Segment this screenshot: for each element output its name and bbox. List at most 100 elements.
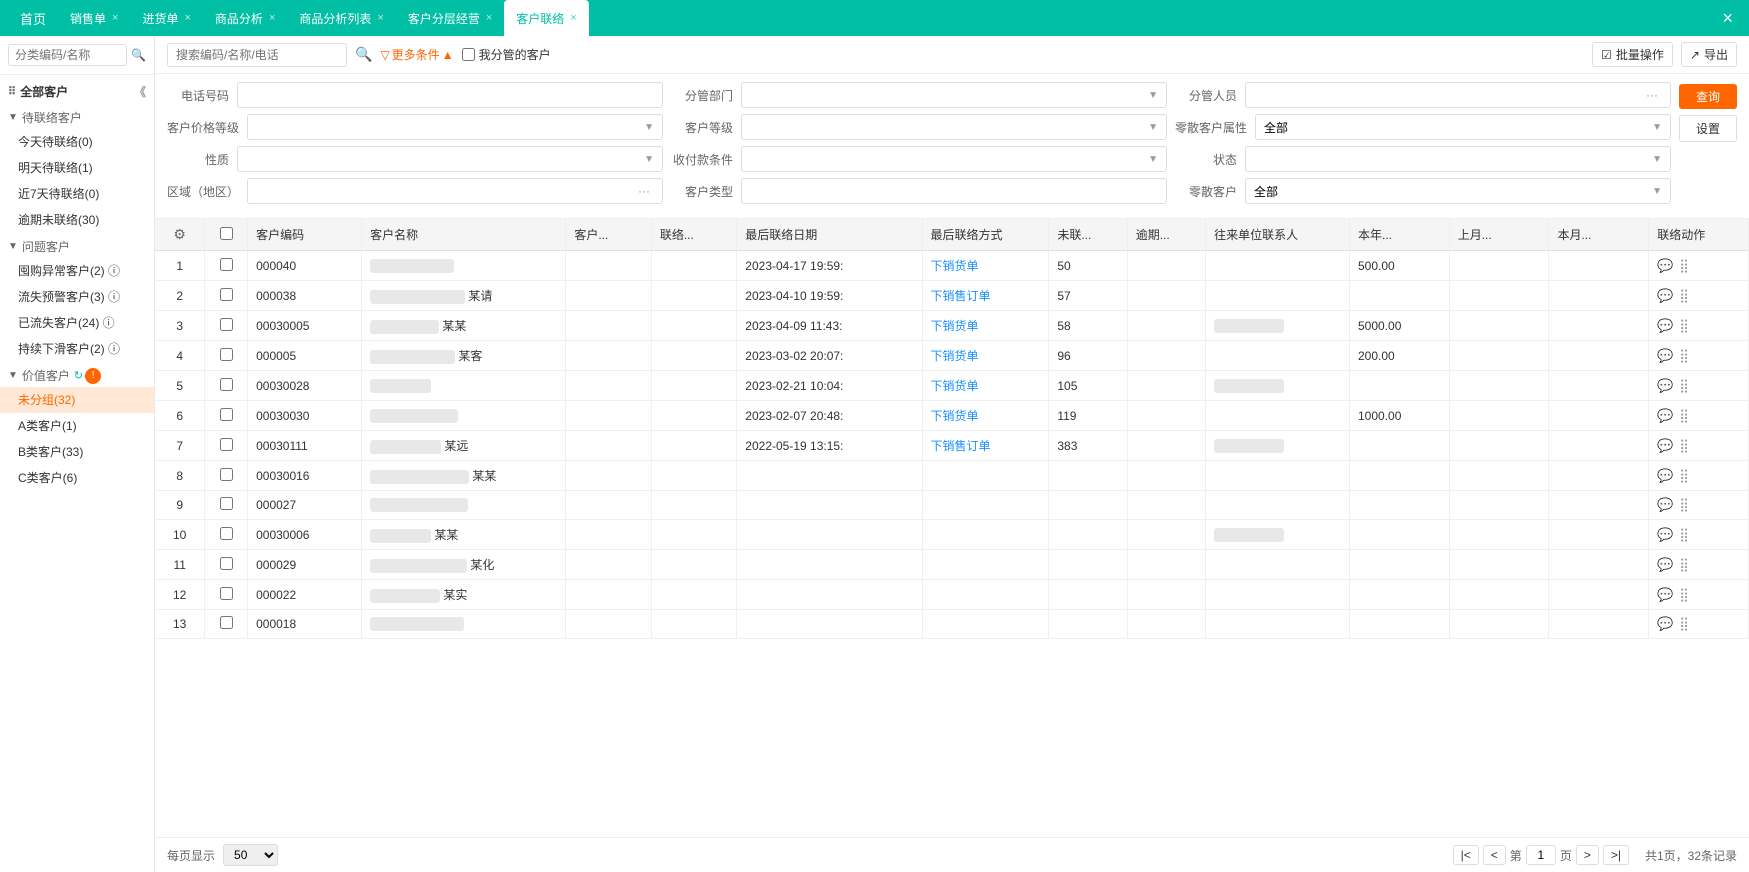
phone-action-icon[interactable]: 💬 xyxy=(1657,497,1673,513)
batch-ops-button[interactable]: ☑ 批量操作 xyxy=(1592,42,1673,67)
page-number-input[interactable] xyxy=(1526,845,1556,865)
method-link[interactable]: 下销货单 xyxy=(931,319,979,333)
col-checkbox[interactable] xyxy=(205,219,248,251)
grid-action-icon[interactable]: ⣿ xyxy=(1679,468,1689,484)
sidebar-item-class-a[interactable]: A类客户(1) xyxy=(0,413,154,439)
region-select[interactable]: ··· xyxy=(247,178,663,204)
row-checkbox[interactable] xyxy=(220,468,233,481)
close-customer-tier-icon[interactable]: × xyxy=(486,12,492,24)
query-button[interactable]: 查询 xyxy=(1679,84,1737,109)
sidebar-search-icon[interactable]: 🔍 xyxy=(131,48,146,62)
my-customers-checkbox-label[interactable]: 我分管的客户 xyxy=(462,46,551,63)
col-settings[interactable]: ⚙ xyxy=(155,219,205,251)
nature-select[interactable]: ▼ xyxy=(237,146,663,172)
last-page-button[interactable]: >| xyxy=(1603,845,1629,865)
nav-home[interactable]: 首页 xyxy=(8,9,58,28)
phone-input[interactable] xyxy=(237,82,663,108)
row-checkbox-cell[interactable] xyxy=(205,371,248,401)
grid-action-icon[interactable]: ⣿ xyxy=(1679,378,1689,394)
per-page-select[interactable]: 50 100 xyxy=(223,844,278,866)
row-checkbox-cell[interactable] xyxy=(205,580,248,610)
nav-tab-salesorder[interactable]: 销售单 × xyxy=(58,0,130,36)
sidebar-group-problem[interactable]: ▼ 问题客户 xyxy=(0,233,154,258)
phone-action-icon[interactable]: 💬 xyxy=(1657,318,1673,334)
main-search-input[interactable] xyxy=(167,43,347,67)
sidebar-item-churned[interactable]: 已流失客户(24) ⓘ xyxy=(0,310,154,336)
sidebar-item-hoarding[interactable]: 囤购异常客户(2) ⓘ xyxy=(0,258,154,284)
person-dots-icon[interactable]: ··· xyxy=(1642,88,1662,102)
grid-action-icon[interactable]: ⣿ xyxy=(1679,497,1689,513)
next-page-button[interactable]: > xyxy=(1576,845,1599,865)
row-checkbox[interactable] xyxy=(220,587,233,600)
grid-action-icon[interactable]: ⣿ xyxy=(1679,258,1689,274)
first-page-button[interactable]: |< xyxy=(1453,845,1479,865)
retail-customer-select[interactable]: 全部 ▼ xyxy=(1245,178,1671,204)
sidebar-item-class-c[interactable]: C类客户(6) xyxy=(0,465,154,491)
settings-icon[interactable]: ⚙ xyxy=(173,226,186,242)
phone-action-icon[interactable]: 💬 xyxy=(1657,527,1673,543)
grid-action-icon[interactable]: ⣿ xyxy=(1679,616,1689,632)
sidebar-search-input[interactable] xyxy=(8,44,127,66)
row-checkbox-cell[interactable] xyxy=(205,461,248,491)
phone-action-icon[interactable]: 💬 xyxy=(1657,378,1673,394)
phone-action-icon[interactable]: 💬 xyxy=(1657,258,1673,274)
method-link[interactable]: 下销货单 xyxy=(931,259,979,273)
method-link[interactable]: 下销货单 xyxy=(931,409,979,423)
row-checkbox[interactable] xyxy=(220,348,233,361)
row-checkbox[interactable] xyxy=(220,616,233,629)
phone-action-icon[interactable]: 💬 xyxy=(1657,587,1673,603)
grid-action-icon[interactable]: ⣿ xyxy=(1679,557,1689,573)
window-close-button[interactable]: × xyxy=(1714,8,1741,29)
sidebar-item-class-b[interactable]: B类客户(33) xyxy=(0,439,154,465)
row-checkbox-cell[interactable] xyxy=(205,311,248,341)
close-analysis-icon[interactable]: × xyxy=(269,12,275,24)
sidebar-item-tomorrow-pending[interactable]: 明天待联络(1) xyxy=(0,155,154,181)
sidebar-collapse-icon[interactable]: 《 xyxy=(134,83,146,100)
nav-tab-customer-contact[interactable]: 客户联络 × xyxy=(504,0,588,36)
customer-tier-select[interactable]: ▼ xyxy=(741,114,1167,140)
retail-attr-select[interactable]: 全部 ▼ xyxy=(1255,114,1671,140)
row-checkbox-cell[interactable] xyxy=(205,341,248,371)
row-checkbox-cell[interactable] xyxy=(205,520,248,550)
grid-action-icon[interactable]: ⣿ xyxy=(1679,587,1689,603)
grid-action-icon[interactable]: ⣿ xyxy=(1679,438,1689,454)
dept-select[interactable]: ▼ xyxy=(741,82,1167,108)
nav-tab-analysis-list[interactable]: 商品分析列表 × xyxy=(287,0,395,36)
method-link[interactable]: 下销货单 xyxy=(931,349,979,363)
close-purchase-icon[interactable]: × xyxy=(184,12,190,24)
grid-action-icon[interactable]: ⣿ xyxy=(1679,288,1689,304)
row-checkbox-cell[interactable] xyxy=(205,491,248,520)
export-button[interactable]: ↗ 导出 xyxy=(1681,42,1737,67)
phone-action-icon[interactable]: 💬 xyxy=(1657,348,1673,364)
row-checkbox-cell[interactable] xyxy=(205,281,248,311)
sidebar-item-7day-pending[interactable]: 近7天待联络(0) xyxy=(0,181,154,207)
phone-action-icon[interactable]: 💬 xyxy=(1657,288,1673,304)
row-checkbox[interactable] xyxy=(220,318,233,331)
sidebar-item-overdue-pending[interactable]: 逾期未联络(30) xyxy=(0,207,154,233)
row-checkbox[interactable] xyxy=(220,527,233,540)
customer-type-input[interactable] xyxy=(741,178,1167,204)
row-checkbox-cell[interactable] xyxy=(205,431,248,461)
my-customers-checkbox[interactable] xyxy=(462,48,475,61)
nav-tab-analysis[interactable]: 商品分析 × xyxy=(203,0,287,36)
row-checkbox-cell[interactable] xyxy=(205,401,248,431)
status-select[interactable]: ▼ xyxy=(1245,146,1671,172)
close-salesorder-icon[interactable]: × xyxy=(112,12,118,24)
more-conditions-button[interactable]: ▽ 更多条件 ▲ xyxy=(380,46,453,63)
sidebar-item-unclassified[interactable]: 未分组(32) xyxy=(0,387,154,413)
reset-button[interactable]: 设置 xyxy=(1679,115,1737,142)
grid-action-icon[interactable]: ⣿ xyxy=(1679,408,1689,424)
grid-action-icon[interactable]: ⣿ xyxy=(1679,348,1689,364)
method-link[interactable]: 下销售订单 xyxy=(931,439,991,453)
sidebar-group-value[interactable]: ▼ 价值客户 ↻ ! xyxy=(0,362,154,387)
phone-action-icon[interactable]: 💬 xyxy=(1657,408,1673,424)
sidebar-item-churn-warning[interactable]: 流失预警客户(3) ⓘ xyxy=(0,284,154,310)
region-dots-icon[interactable]: ··· xyxy=(634,184,654,198)
select-all-checkbox[interactable] xyxy=(220,227,233,240)
row-checkbox[interactable] xyxy=(220,288,233,301)
phone-action-icon[interactable]: 💬 xyxy=(1657,438,1673,454)
method-link[interactable]: 下销售订单 xyxy=(931,289,991,303)
prev-page-button[interactable]: < xyxy=(1483,845,1506,865)
row-checkbox[interactable] xyxy=(220,258,233,271)
phone-action-icon[interactable]: 💬 xyxy=(1657,616,1673,632)
